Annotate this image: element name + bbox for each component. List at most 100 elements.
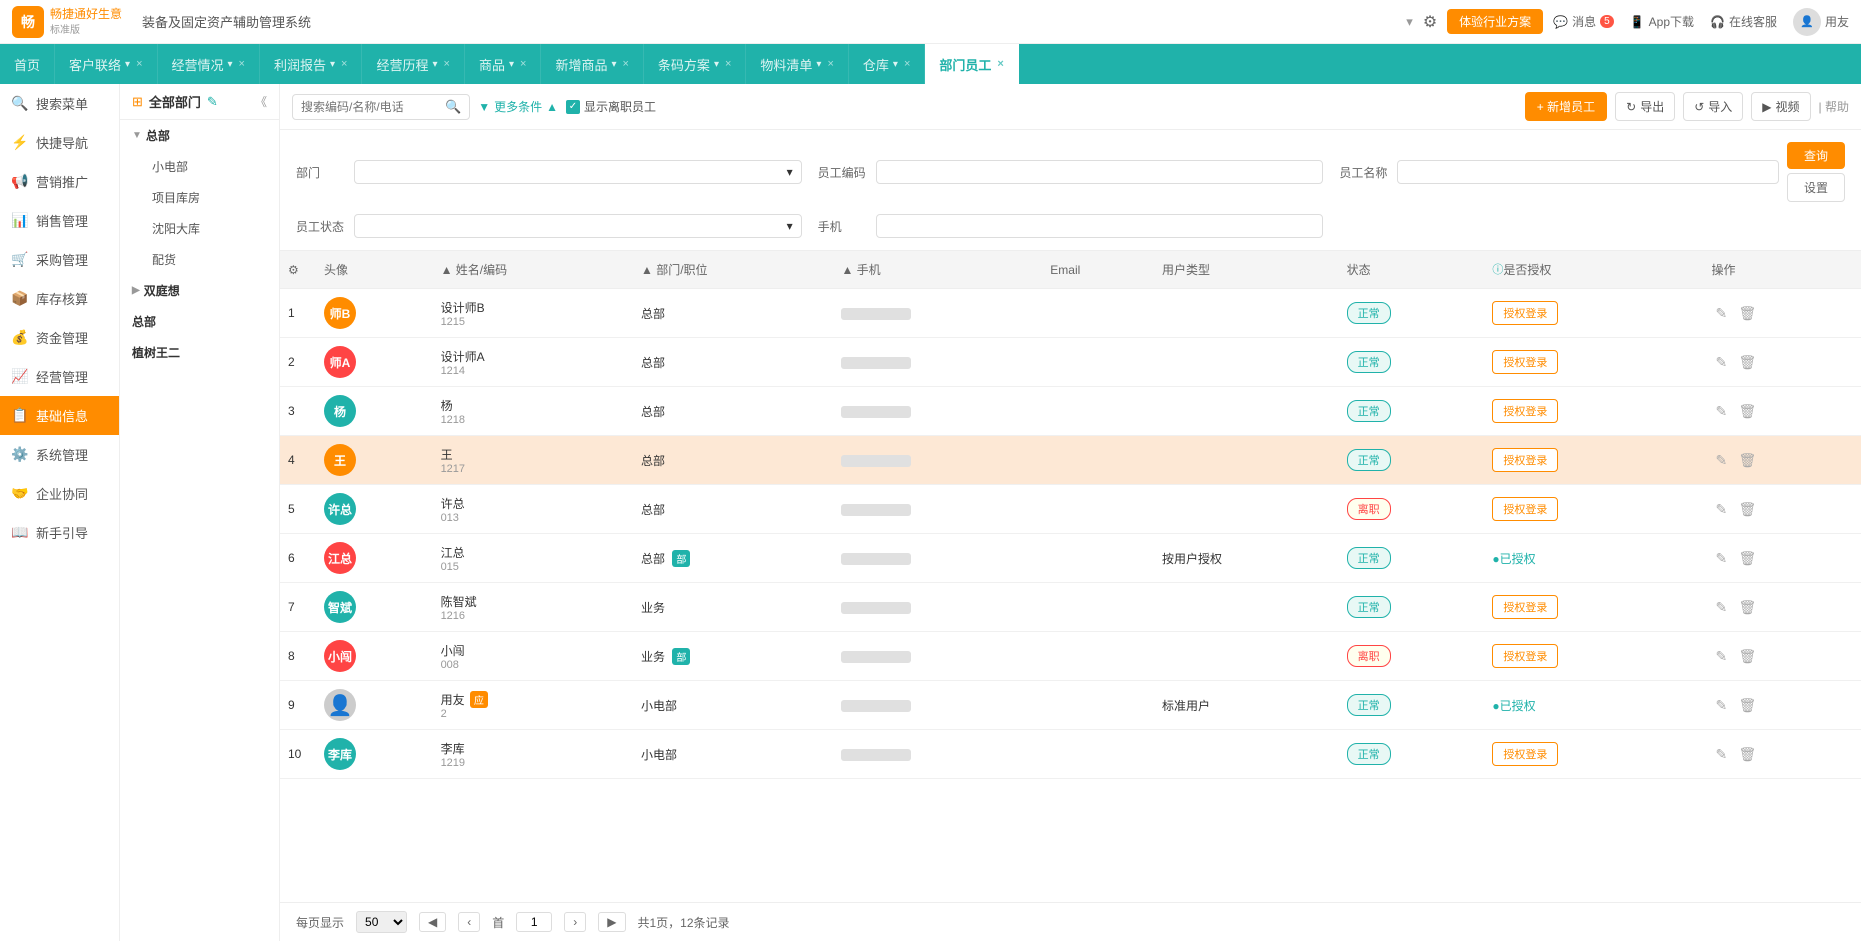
nav-tab-商品[interactable]: 商品▾× — [465, 44, 541, 84]
sidebar-item-销售管理[interactable]: 📊销售管理 — [0, 201, 119, 240]
dept-item-xiangmukufang[interactable]: 项目库房 — [132, 182, 279, 213]
auth-button-9[interactable]: 授权登录 — [1492, 742, 1558, 766]
dept-item-peihuo[interactable]: 配货 — [132, 244, 279, 275]
row-dept: 总部 — [633, 436, 833, 485]
col-name[interactable]: ▲ 姓名/编码 — [433, 251, 633, 289]
edit-button-8[interactable]: ✎ — [1711, 695, 1731, 716]
auth-button-7[interactable]: 授权登录 — [1492, 644, 1558, 668]
edit-button-7[interactable]: ✎ — [1711, 646, 1731, 667]
trial-button[interactable]: 体验行业方案 — [1447, 9, 1543, 34]
emp-name-input[interactable] — [1397, 160, 1779, 184]
page-size-select[interactable]: 50 100 — [356, 911, 407, 933]
col-dept[interactable]: ▲ 部门/职位 — [633, 251, 833, 289]
sidebar-item-经营管理[interactable]: 📈经营管理 — [0, 357, 119, 396]
more-filter-button[interactable]: ▼ 更多条件 ▲ — [478, 98, 558, 115]
nav-tab-经营历程[interactable]: 经营历程▾× — [362, 44, 464, 84]
sidebar-item-新手引导[interactable]: 📖新手引导 — [0, 513, 119, 552]
auth-button-3[interactable]: 授权登录 — [1492, 448, 1558, 472]
delete-button-4[interactable]: 🗑 — [1735, 499, 1761, 520]
nav-tab-客户联络[interactable]: 客户联络▾× — [55, 44, 157, 84]
edit-button-9[interactable]: ✎ — [1711, 744, 1731, 765]
sidebar-item-库存核算[interactable]: 📦库存核算 — [0, 279, 119, 318]
dept-item-shenyangdaku[interactable]: 沈阳大库 — [132, 213, 279, 244]
add-employee-button[interactable]: + 新增员工 — [1525, 92, 1607, 121]
nav-tab-经营情况[interactable]: 经营情况▾× — [158, 44, 260, 84]
edit-button-3[interactable]: ✎ — [1711, 450, 1731, 471]
online-service-button[interactable]: 🎧 在线客服 — [1710, 13, 1777, 30]
first-page-button[interactable]: ◀ — [419, 912, 446, 932]
delete-button-2[interactable]: 🗑 — [1735, 401, 1761, 422]
show-resigned-toggle[interactable]: ✓ 显示离职员工 — [566, 98, 656, 115]
delete-button-9[interactable]: 🗑 — [1735, 744, 1761, 765]
search-box[interactable]: 🔍 — [292, 94, 470, 120]
nav-tab-首页[interactable]: 首页 — [0, 44, 55, 84]
dept-group-label: 总部 — [146, 127, 170, 144]
video-button[interactable]: ▶ 视频 — [1751, 92, 1810, 121]
more-options[interactable]: | 帮助 — [1819, 98, 1849, 115]
edit-button-0[interactable]: ✎ — [1711, 303, 1731, 324]
nav-tab-仓库[interactable]: 仓库▾× — [849, 44, 925, 84]
sidebar-item-资金管理[interactable]: 💰资金管理 — [0, 318, 119, 357]
prev-page-button[interactable]: ‹ — [458, 912, 480, 932]
auth-button-0[interactable]: 授权登录 — [1492, 301, 1558, 325]
query-button[interactable]: 查询 — [1787, 142, 1845, 169]
nav-tab-物料清单[interactable]: 物料清单▾× — [746, 44, 848, 84]
dept-item-xiaodibu[interactable]: 小电部 — [132, 151, 279, 182]
delete-button-0[interactable]: 🗑 — [1735, 303, 1761, 324]
settings-icon[interactable]: ⚙ — [1423, 12, 1437, 32]
reset-button[interactable]: 设置 — [1787, 173, 1845, 202]
sidebar-icon: 📦 — [12, 291, 28, 307]
row-auth: 授权登录 — [1484, 289, 1683, 338]
emp-status-select[interactable]: ▾ — [354, 214, 802, 238]
app-download-button[interactable]: 📱 App下载 — [1630, 13, 1694, 30]
nav-tab-利润报告[interactable]: 利润报告▾× — [260, 44, 362, 84]
sidebar-item-系统管理[interactable]: ⚙️系统管理 — [0, 435, 119, 474]
dept-group-shuangtingxiang[interactable]: ▶ 双庭想 — [120, 275, 279, 306]
sidebar-item-采购管理[interactable]: 🛒采购管理 — [0, 240, 119, 279]
dropdown-arrow-icon[interactable]: ▾ — [1406, 14, 1413, 30]
sidebar-item-企业协同[interactable]: 🤝企业协同 — [0, 474, 119, 513]
row-status: 正常 — [1339, 730, 1485, 779]
page-number-input[interactable] — [516, 912, 552, 932]
edit-button-1[interactable]: ✎ — [1711, 352, 1731, 373]
edit-button-6[interactable]: ✎ — [1711, 597, 1731, 618]
message-button[interactable]: 💬 消息 5 — [1553, 13, 1614, 30]
search-input[interactable] — [301, 100, 441, 114]
dept-group-zongbu[interactable]: ▼ 总部 — [120, 120, 279, 151]
emp-code-input[interactable] — [876, 160, 1324, 184]
sidebar-item-基础信息[interactable]: 📋基础信息 — [0, 396, 119, 435]
edit-button-5[interactable]: ✎ — [1711, 548, 1731, 569]
col-phone[interactable]: ▲ 手机 — [833, 251, 1042, 289]
edit-button-4[interactable]: ✎ — [1711, 499, 1731, 520]
sidebar-item-快捷导航[interactable]: ⚡快捷导航 — [0, 123, 119, 162]
auth-button-1[interactable]: 授权登录 — [1492, 350, 1558, 374]
delete-button-6[interactable]: 🗑 — [1735, 597, 1761, 618]
nav-tab-部门员工[interactable]: 部门员工× — [925, 44, 1018, 84]
delete-button-5[interactable]: 🗑 — [1735, 548, 1761, 569]
delete-button-7[interactable]: 🗑 — [1735, 646, 1761, 667]
import-button[interactable]: ↺ 导入 — [1683, 92, 1743, 121]
user-menu[interactable]: 👤 用友 — [1793, 8, 1849, 36]
nav-tab-条码方案[interactable]: 条码方案▾× — [644, 44, 746, 84]
col-settings[interactable]: ⚙ — [280, 251, 316, 289]
dept-filter-select[interactable]: ▾ — [354, 160, 802, 184]
auth-button-2[interactable]: 授权登录 — [1492, 399, 1558, 423]
nav-tab-新增商品[interactable]: 新增商品▾× — [541, 44, 643, 84]
dept-group-zongbu2[interactable]: 总部 — [120, 306, 279, 337]
delete-button-3[interactable]: 🗑 — [1735, 450, 1761, 471]
export-button[interactable]: ↻ 导出 — [1615, 92, 1675, 121]
auth-button-6[interactable]: 授权登录 — [1492, 595, 1558, 619]
auth-button-4[interactable]: 授权登录 — [1492, 497, 1558, 521]
next-page-button[interactable]: › — [564, 912, 586, 932]
delete-button-8[interactable]: 🗑 — [1735, 695, 1761, 716]
dept-group-zhishuwanger[interactable]: 植树王二 — [120, 337, 279, 368]
sidebar-item-搜索菜单[interactable]: 🔍搜索菜单 — [0, 84, 119, 123]
last-page-button[interactable]: ▶ — [598, 912, 625, 932]
edit-button-2[interactable]: ✎ — [1711, 401, 1731, 422]
sidebar-icon: ⚙️ — [12, 447, 28, 463]
dept-edit-icon[interactable]: ✎ — [207, 94, 218, 110]
phone-filter-input[interactable] — [876, 214, 1324, 238]
delete-button-1[interactable]: 🗑 — [1735, 352, 1761, 373]
sidebar-item-营销推广[interactable]: 📢营销推广 — [0, 162, 119, 201]
dept-collapse-icon[interactable]: 《 — [255, 93, 267, 110]
